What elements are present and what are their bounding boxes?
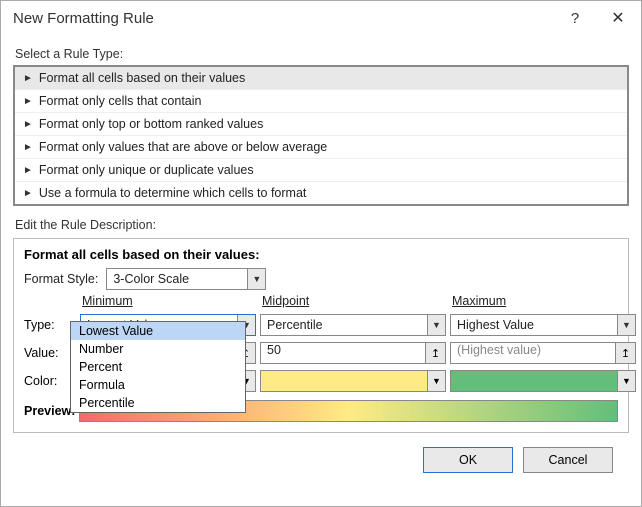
chevron-down-icon: ▼ — [617, 371, 635, 391]
format-style-combo[interactable]: 3-Color Scale ▼ — [106, 268, 266, 290]
dropdown-option[interactable]: Formula — [71, 376, 245, 394]
minimum-type-dropdown-list[interactable]: Lowest Value Number Percent Formula Perc… — [70, 321, 246, 413]
chevron-down-icon: ▼ — [427, 371, 445, 391]
column-header-maximum: Maximum — [450, 294, 636, 308]
column-header-minimum: Minimum — [80, 294, 256, 308]
rule-type-item[interactable]: ► Format only cells that contain — [15, 90, 627, 113]
rule-type-item[interactable]: ► Format only top or bottom ranked value… — [15, 113, 627, 136]
arrow-icon: ► — [23, 119, 33, 130]
maximum-type-value: Highest Value — [451, 318, 617, 332]
dropdown-option[interactable]: Percent — [71, 358, 245, 376]
maximum-value-input[interactable]: (Highest value) ↥ — [450, 342, 636, 364]
arrow-icon: ► — [23, 188, 33, 199]
rule-type-item[interactable]: ► Format all cells based on their values — [15, 67, 627, 90]
dropdown-option[interactable]: Lowest Value — [71, 322, 245, 340]
maximum-type-combo[interactable]: Highest Value ▼ — [450, 314, 636, 336]
titlebar: New Formatting Rule ? ✕ — [1, 1, 641, 35]
value-row-label: Value: — [24, 346, 76, 360]
midpoint-type-value: Percentile — [261, 318, 427, 332]
midpoint-color-swatch — [261, 371, 427, 391]
arrow-icon: ► — [23, 142, 33, 153]
arrow-icon: ► — [23, 96, 33, 107]
midpoint-type-combo[interactable]: Percentile ▼ — [260, 314, 446, 336]
chevron-down-icon: ▼ — [617, 315, 635, 335]
maximum-color-swatch — [451, 371, 617, 391]
arrow-icon: ► — [23, 73, 33, 84]
color-row-label: Color: — [24, 374, 76, 388]
rule-description-label: Edit the Rule Description: — [15, 218, 629, 232]
format-style-value: 3-Color Scale — [107, 272, 247, 286]
new-formatting-rule-dialog: New Formatting Rule ? ✕ Select a Rule Ty… — [0, 0, 642, 507]
rule-type-item[interactable]: ► Use a formula to determine which cells… — [15, 182, 627, 204]
ok-button[interactable]: OK — [423, 447, 513, 473]
midpoint-value-input[interactable]: 50 ↥ — [260, 342, 446, 364]
dropdown-option[interactable]: Number — [71, 340, 245, 358]
rule-type-text: Format all cells based on their values — [39, 71, 245, 85]
collapse-dialog-icon[interactable]: ↥ — [615, 343, 635, 363]
rule-type-text: Use a formula to determine which cells t… — [39, 186, 306, 200]
dropdown-option[interactable]: Percentile — [71, 394, 245, 412]
maximum-color-combo[interactable]: ▼ — [450, 370, 636, 392]
rule-type-text: Format only top or bottom ranked values — [39, 117, 263, 131]
format-style-label: Format Style: — [24, 272, 98, 286]
preview-label: Preview: — [24, 404, 75, 418]
chevron-down-icon: ▼ — [247, 269, 265, 289]
rule-type-list[interactable]: ► Format all cells based on their values… — [13, 65, 629, 206]
chevron-down-icon: ▼ — [427, 315, 445, 335]
midpoint-color-combo[interactable]: ▼ — [260, 370, 446, 392]
maximum-value-text: (Highest value) — [451, 343, 615, 363]
help-button[interactable]: ? — [555, 10, 595, 27]
column-header-midpoint: Midpoint — [260, 294, 446, 308]
collapse-dialog-icon[interactable]: ↥ — [425, 343, 445, 363]
close-button[interactable]: ✕ — [595, 8, 641, 28]
type-row-label: Type: — [24, 318, 76, 332]
rule-description-panel: Format all cells based on their values: … — [13, 238, 629, 433]
arrow-icon: ► — [23, 165, 33, 176]
rule-type-text: Format only values that are above or bel… — [39, 140, 327, 154]
rule-description-heading: Format all cells based on their values: — [24, 247, 618, 262]
rule-type-item[interactable]: ► Format only unique or duplicate values — [15, 159, 627, 182]
rule-type-item[interactable]: ► Format only values that are above or b… — [15, 136, 627, 159]
rule-type-text: Format only cells that contain — [39, 94, 202, 108]
cancel-button[interactable]: Cancel — [523, 447, 613, 473]
midpoint-value-text: 50 — [261, 343, 425, 363]
dialog-title: New Formatting Rule — [13, 10, 555, 27]
rule-type-label: Select a Rule Type: — [15, 47, 629, 61]
rule-type-text: Format only unique or duplicate values — [39, 163, 254, 177]
